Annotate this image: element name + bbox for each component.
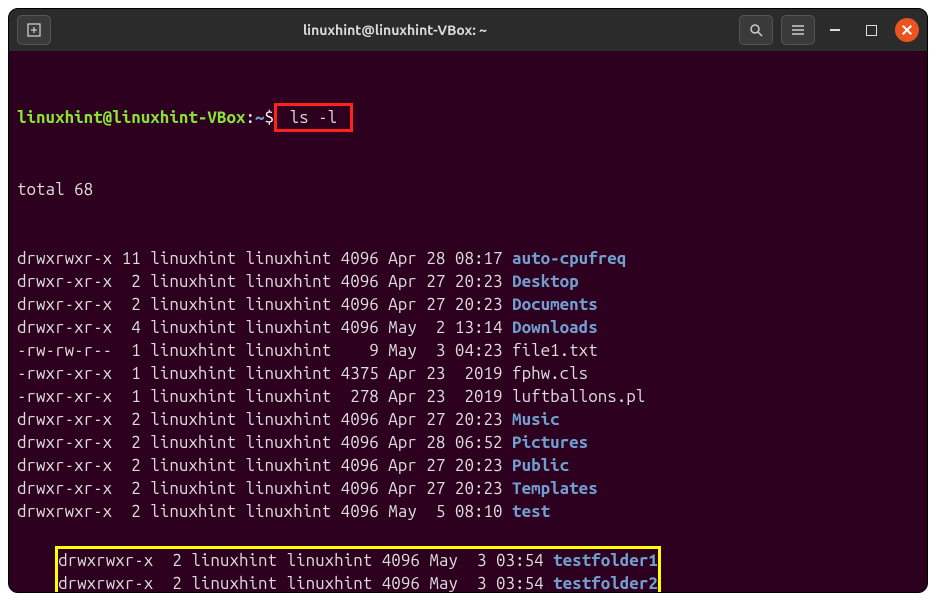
list-row: drwxrwxr-x 11 linuxhint linuxhint 4096 A… [17, 247, 919, 270]
prompt-path: ~ [255, 108, 265, 127]
list-row: drwxr-xr-x 2 linuxhint linuxhint 4096 Ap… [17, 293, 919, 316]
window-title: linuxhint@linuxhint-VBox: ~ [59, 22, 731, 38]
list-row: drwxr-xr-x 2 linuxhint linuxhint 4096 Ap… [17, 270, 919, 293]
titlebar: linuxhint@linuxhint-VBox: ~ [9, 9, 927, 51]
close-button[interactable] [895, 18, 919, 42]
new-tab-button[interactable] [17, 15, 51, 45]
terminal-window: linuxhint@linuxhint-VBox: ~ linuxhint@li… [8, 8, 928, 593]
total-line: total 68 [17, 178, 919, 201]
terminal-body[interactable]: linuxhint@linuxhint-VBox:~$ ls -l total … [9, 51, 927, 592]
maximize-button[interactable] [859, 18, 883, 42]
command-highlight: ls -l [274, 103, 353, 132]
list-row: drwxrwxr-x 2 linuxhint linuxhint 4096 Ma… [17, 500, 919, 523]
highlighted-rows: drwxrwxr-x 2 linuxhint linuxhint 4096 Ma… [55, 546, 661, 592]
list-row: drwxr-xr-x 2 linuxhint linuxhint 4096 Ap… [17, 477, 919, 500]
command-text: ls -l [280, 108, 347, 127]
prompt-line: linuxhint@linuxhint-VBox:~$ ls -l [17, 103, 919, 132]
list-row: drwxrwxr-x 2 linuxhint linuxhint 4096 Ma… [58, 549, 658, 572]
search-button[interactable] [739, 15, 773, 45]
list-row: drwxr-xr-x 4 linuxhint linuxhint 4096 Ma… [17, 316, 919, 339]
list-row: drwxr-xr-x 2 linuxhint linuxhint 4096 Ap… [17, 454, 919, 477]
prompt-user-host: linuxhint@linuxhint-VBox [17, 108, 245, 127]
listing-rows: drwxrwxr-x 11 linuxhint linuxhint 4096 A… [17, 247, 919, 523]
list-row: -rwxr-xr-x 1 linuxhint linuxhint 278 Apr… [17, 385, 919, 408]
minimize-button[interactable] [823, 18, 847, 42]
list-row: drwxr-xr-x 2 linuxhint linuxhint 4096 Ap… [17, 408, 919, 431]
window-controls [823, 18, 919, 42]
list-row: -rwxr-xr-x 1 linuxhint linuxhint 4375 Ap… [17, 362, 919, 385]
list-row: drwxrwxr-x 2 linuxhint linuxhint 4096 Ma… [58, 572, 658, 592]
list-row: -rw-rw-r-- 1 linuxhint linuxhint 9 May 3… [17, 339, 919, 362]
list-row: drwxr-xr-x 2 linuxhint linuxhint 4096 Ap… [17, 431, 919, 454]
menu-button[interactable] [781, 15, 815, 45]
